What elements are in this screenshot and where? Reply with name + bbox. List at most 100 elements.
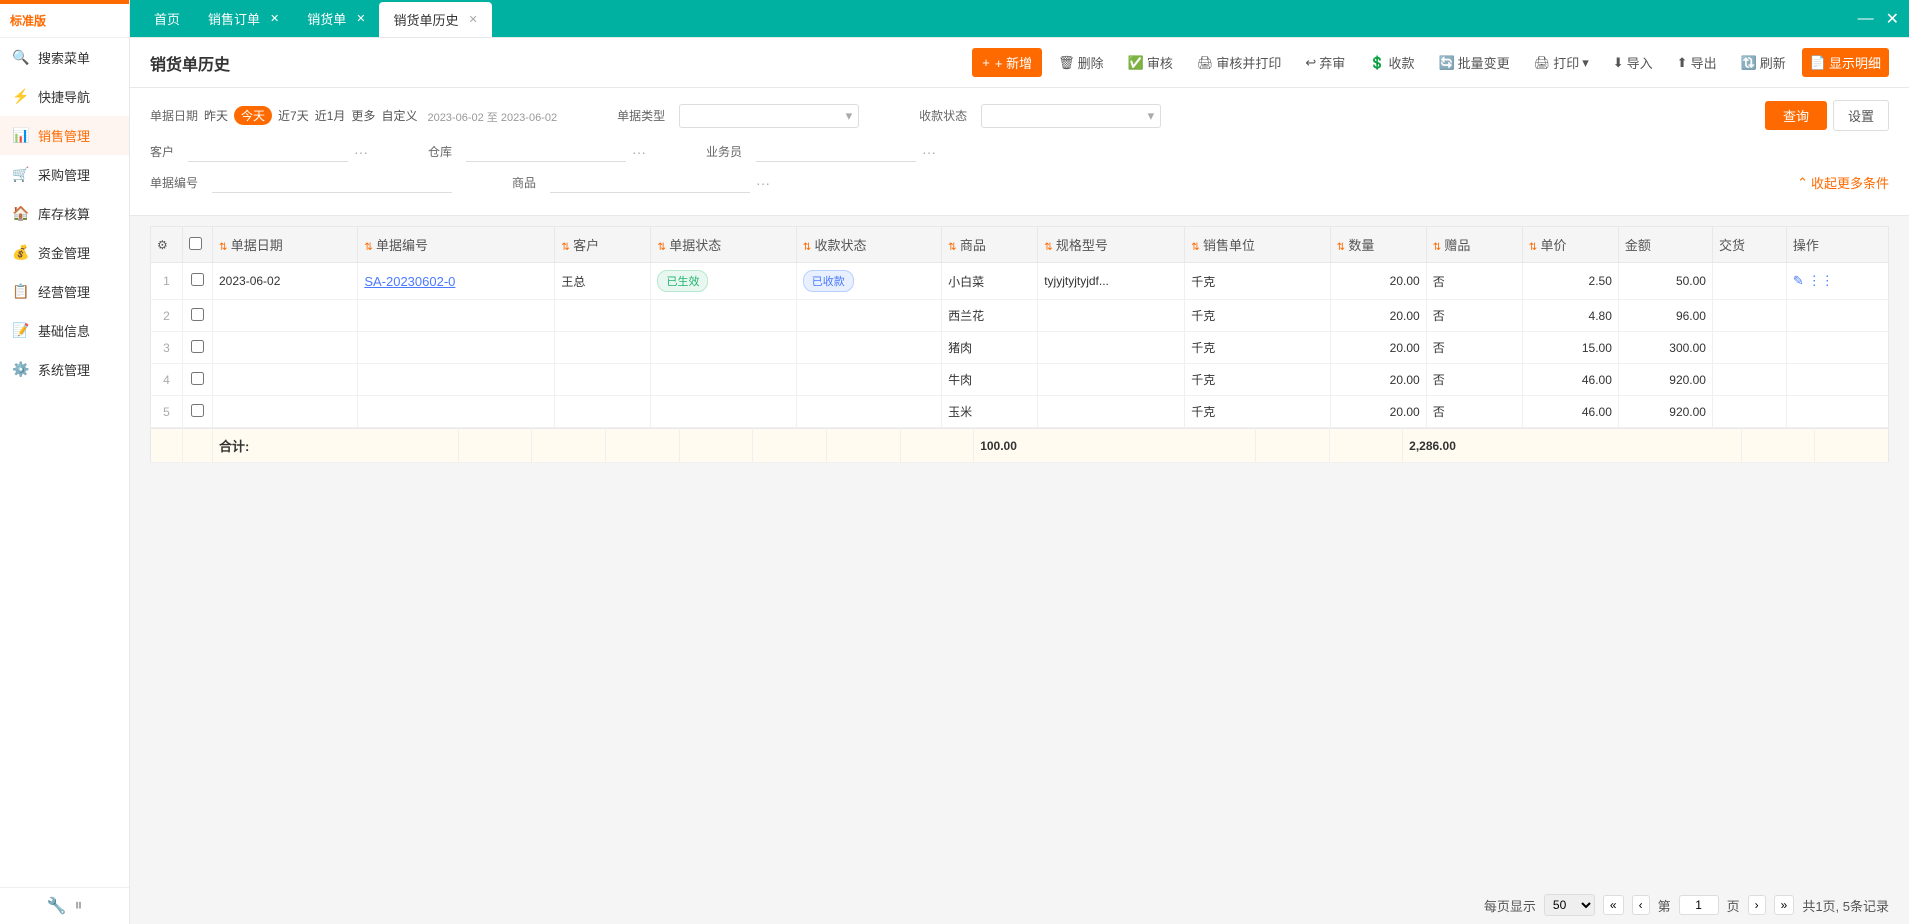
col-docno[interactable]: ⇅ 单据编号 [358,227,555,263]
select-all-checkbox[interactable] [189,237,202,250]
salesperson-input[interactable] [756,141,916,162]
col-collect-status[interactable]: ⇅ 收款状态 [796,227,941,263]
col-unit-price[interactable]: ⇅ 单价 [1522,227,1618,263]
col-spec[interactable]: ⇅ 规格型号 [1038,227,1185,263]
collapse-button[interactable]: ⌃ 收起更多条件 [1797,173,1889,192]
warehouse-input[interactable] [466,141,626,162]
col-doc-status[interactable]: ⇅ 单据状态 [651,227,796,263]
edit-action[interactable]: ✎ [1793,273,1804,288]
main-area: 首页 销售订单 ✕ 销货单 ✕ 销货单历史 ✕ — ✕ 销货单历史 + + 新增 [130,0,1909,924]
col-settings[interactable]: ⚙ [151,227,183,263]
docno-input[interactable] [212,172,452,193]
collect-button[interactable]: 💲 收款 [1361,49,1422,76]
sidebar-item-ops-mgmt[interactable]: 📋 经营管理 [0,272,129,311]
last-page-btn[interactable]: » [1774,895,1795,915]
sidebar-item-label: 快捷导航 [38,87,90,106]
new-button[interactable]: + + 新增 [972,48,1042,77]
refresh-button[interactable]: 🔃 刷新 [1733,49,1794,76]
export-button[interactable]: ⬆ 导出 [1669,49,1725,76]
sum-total-amount: 2,286.00 [1403,429,1741,463]
next-page-btn[interactable]: › [1748,895,1766,915]
query-buttons: 查询 设置 [1765,100,1889,131]
data-wrapper[interactable]: ⚙ ⇅ 单据日期 ⇅ 单据编号 ⇅ 客户 ⇅ 单据状态 ⇅ 收款状态 ⇅ 商品 … [150,226,1889,886]
row-checkbox[interactable] [183,364,213,396]
window-minimize-btn[interactable]: — [1858,10,1874,28]
shortcut-more[interactable]: 更多 [351,107,375,124]
sidebar-settings-icon[interactable]: 🔧 [47,896,67,916]
sales-mgmt-icon: 📊 [12,127,30,145]
print-button[interactable]: 🖨 打印 ▾ [1526,49,1597,76]
row-collect-status [796,396,941,428]
import-button[interactable]: ⬇ 导入 [1605,49,1661,76]
salesperson-picker[interactable]: ··· [922,144,936,160]
window-close-btn[interactable]: ✕ [1886,9,1899,29]
row-spec [1038,364,1185,396]
doc-type-select[interactable]: ▾ [679,104,859,128]
page-input[interactable] [1679,895,1719,915]
customer-picker[interactable]: ··· [354,144,368,160]
sidebar-collapse-icon[interactable]: ⏸ [74,897,82,915]
row-customer [555,300,651,332]
doc-no-link[interactable]: SA-20230602-0 [364,274,455,289]
col-date[interactable]: ⇅ 单据日期 [213,227,358,263]
sum-col-1 [151,429,183,463]
row-delivery [1712,396,1786,428]
col-qty[interactable]: ⇅ 数量 [1330,227,1426,263]
tab-sales-order[interactable]: 销售订单 ✕ [194,1,293,36]
sidebar-item-finance[interactable]: 💰 资金管理 [0,233,129,272]
query-button[interactable]: 查询 [1765,101,1827,130]
shortcut-7days[interactable]: 近7天 [278,107,309,124]
shortcut-yesterday[interactable]: 昨天 [204,107,228,124]
sidebar-item-sales-mgmt[interactable]: 📊 销售管理 [0,116,129,155]
show-detail-button[interactable]: 📄 显示明细 [1802,48,1889,77]
sidebar-item-basic-info[interactable]: 📝 基础信息 [0,311,129,350]
row-date [213,332,358,364]
page-size-select[interactable]: 50 100 200 [1544,894,1595,916]
goods-picker[interactable]: ··· [756,175,770,191]
batch-change-button[interactable]: 🔄 批量变更 [1430,49,1517,76]
first-page-btn[interactable]: « [1603,895,1624,915]
goods-input[interactable] [550,172,750,193]
tab-sales-invoice-close[interactable]: ✕ [356,12,365,25]
tab-history-close[interactable]: ✕ [469,13,478,26]
more-action[interactable]: ⋮⋮ [1808,273,1834,288]
sidebar-item-inventory[interactable]: 🏠 库存核算 [0,194,129,233]
row-amount: 920.00 [1618,396,1712,428]
salesperson-label: 业务员 [706,143,742,160]
sum-spacer-4 [679,429,753,463]
sidebar-item-sys-mgmt[interactable]: ⚙️ 系统管理 [0,350,129,389]
collect-status-select[interactable]: ▾ [981,104,1161,128]
row-checkbox[interactable] [183,300,213,332]
shortcut-1month[interactable]: 近1月 [315,107,346,124]
customer-input[interactable] [188,141,348,162]
audit-button[interactable]: ✅ 审核 [1120,49,1181,76]
row-checkbox[interactable] [183,263,213,300]
abandon-button[interactable]: ↩ 弃审 [1297,49,1353,76]
col-unit[interactable]: ⇅ 销售单位 [1185,227,1330,263]
col-customer[interactable]: ⇅ 客户 [555,227,651,263]
audit-print-button[interactable]: 🖨 审核并打印 [1189,49,1290,76]
warehouse-picker[interactable]: ··· [632,144,646,160]
col-goods[interactable]: ⇅ 商品 [942,227,1038,263]
settings-button[interactable]: 设置 [1833,100,1889,131]
row-checkbox[interactable] [183,396,213,428]
prev-page-btn[interactable]: ‹ [1632,895,1650,915]
tab-history[interactable]: 销货单历史 ✕ [379,2,491,37]
delete-button[interactable]: 🗑 删除 [1050,49,1112,76]
shortcut-today[interactable]: 今天 [234,106,272,125]
sum-spacer-gift [1255,429,1329,463]
shortcut-custom[interactable]: 自定义 [381,107,417,124]
row-date [213,396,358,428]
tab-sales-order-close[interactable]: ✕ [270,12,279,25]
sidebar-item-quick-nav[interactable]: ⚡ 快捷导航 [0,77,129,116]
col-gift[interactable]: ⇅ 赠品 [1426,227,1522,263]
row-customer: 王总 [555,263,651,300]
tab-sales-invoice[interactable]: 销货单 ✕ [293,1,379,36]
sidebar-item-label: 采购管理 [38,165,90,184]
row-checkbox[interactable] [183,332,213,364]
sum-spacer-10 [1815,429,1889,463]
sidebar-item-search-menu[interactable]: 🔍 搜索菜单 [0,38,129,77]
tab-home[interactable]: 首页 [140,1,194,36]
sidebar-item-purchase-mgmt[interactable]: 🛒 采购管理 [0,155,129,194]
row-unit: 千克 [1185,396,1330,428]
